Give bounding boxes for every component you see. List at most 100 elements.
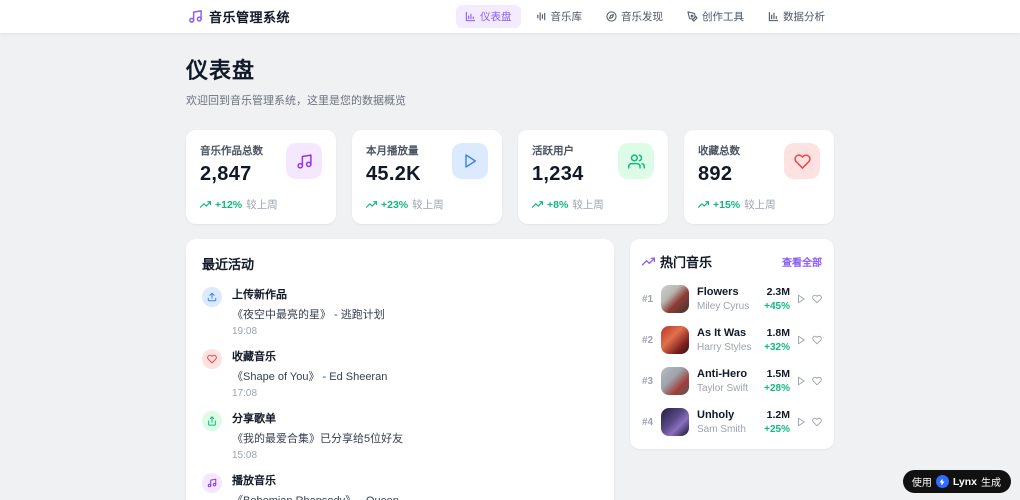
- album-art: [661, 367, 689, 395]
- stat-trend-compare: 较上周: [246, 199, 278, 211]
- song-trend: +28%: [764, 383, 790, 394]
- activity-item-favorite: 收藏音乐 《Shape of You》 - Ed Sheeran 17:08: [202, 348, 598, 399]
- activity-detail: 《夜空中最亮的星》 - 逃跑计划: [232, 309, 385, 321]
- music-note-icon: [202, 473, 222, 493]
- nav-item-discover[interactable]: 音乐发现: [597, 5, 672, 28]
- stat-trend-value: +15%: [713, 198, 741, 211]
- stat-trend-value: +23%: [381, 198, 409, 211]
- nav-item-label: 仪表盘: [480, 11, 512, 23]
- trending-up-icon: [200, 199, 211, 210]
- activity-action: 上传新作品: [232, 289, 287, 301]
- stat-label: 音乐作品总数: [200, 145, 263, 157]
- heart-icon: [202, 349, 222, 369]
- song-trend: +25%: [764, 424, 790, 435]
- album-art: [661, 326, 689, 354]
- pen-tool-icon: [687, 11, 698, 22]
- upload-icon: [202, 287, 222, 307]
- lynx-generated-badge[interactable]: 使用 Lynx 生成: [902, 470, 1011, 493]
- activity-item-play: 播放音乐 《Bohemian Rhapsody》 - Queen 13:08: [202, 472, 598, 500]
- music-note-icon: [286, 143, 322, 179]
- hot-music-title: 热门音乐: [660, 255, 713, 270]
- recent-activity-card: 最近活动 上传新作品 《夜空中最亮的星》 - 逃跑计划 19:08 收藏音乐 《…: [186, 239, 614, 500]
- song-plays: 2.3M: [766, 286, 790, 298]
- activity-time: 19:08: [232, 326, 258, 337]
- stat-trend-value: +12%: [215, 198, 243, 211]
- song-artist: Sam Smith: [697, 424, 746, 435]
- song-rank: #1: [642, 293, 654, 305]
- stat-card-monthly-plays: 本月播放量 45.2K +23% 较上周: [352, 130, 502, 224]
- play-icon[interactable]: [796, 376, 806, 386]
- recent-activity-title: 最近活动: [202, 257, 255, 272]
- activity-detail: 《Shape of You》 - Ed Sheeran: [232, 371, 388, 383]
- stat-trend-compare: 较上周: [744, 199, 776, 211]
- song-plays: 1.2M: [766, 409, 790, 421]
- activity-action: 收藏音乐: [232, 351, 276, 363]
- activity-time: 15:08: [232, 450, 258, 461]
- top-navbar: 音乐管理系统 仪表盘 音乐库 音乐发现 创作工具 数据分析: [0, 0, 1020, 33]
- activity-action: 播放音乐: [232, 475, 276, 487]
- app-title: 音乐管理系统: [209, 10, 291, 25]
- song-artist: Harry Styles: [697, 342, 752, 353]
- nav-item-library[interactable]: 音乐库: [527, 5, 592, 28]
- song-rank: #4: [642, 416, 654, 428]
- view-all-hot-music-link[interactable]: 查看全部: [782, 254, 822, 269]
- heart-icon: [784, 143, 820, 179]
- heart-icon[interactable]: [812, 376, 822, 386]
- users-icon: [618, 143, 654, 179]
- stat-value: 2,847: [200, 163, 252, 185]
- heart-icon[interactable]: [812, 417, 822, 427]
- song-row-unholy: #4 Unholy Sam Smith 1.2M +25%: [642, 408, 822, 436]
- nav-item-dashboard[interactable]: 仪表盘: [456, 5, 521, 28]
- stat-card-total-favorites: 收藏总数 892 +15% 较上周: [684, 130, 834, 224]
- song-title: Flowers: [697, 286, 739, 298]
- share-icon: [202, 411, 222, 431]
- stat-label: 收藏总数: [698, 145, 740, 157]
- activity-item-upload: 上传新作品 《夜空中最亮的星》 - 逃跑计划 19:08: [202, 286, 598, 337]
- activity-detail: 《Bohemian Rhapsody》 - Queen: [232, 492, 399, 500]
- song-artist: Miley Cyrus: [697, 301, 750, 312]
- nav-item-label: 数据分析: [783, 11, 825, 23]
- hot-music-card: 热门音乐 查看全部 #1 Flowers Miley Cyrus 2.3M +4…: [630, 239, 834, 449]
- activity-detail: 《我的最爱合集》已分享给5位好友: [232, 433, 404, 445]
- stat-cards-row: 音乐作品总数 2,847 +12% 较上周 本月播放量 45.2K +23% 较…: [186, 130, 834, 224]
- nav-item-create-tools[interactable]: 创作工具: [678, 5, 753, 28]
- stat-trend-compare: 较上周: [412, 199, 444, 211]
- main-nav: 仪表盘 音乐库 音乐发现 创作工具 数据分析: [456, 5, 834, 28]
- play-icon: [452, 143, 488, 179]
- page-subtitle: 欢迎回到音乐管理系统，这里是您的数据概览: [186, 95, 406, 107]
- nav-item-label: 音乐发现: [621, 11, 663, 23]
- badge-brand: Lynx: [952, 475, 977, 488]
- stat-card-active-users: 活跃用户 1,234 +8% 较上周: [518, 130, 668, 224]
- page-title: 仪表盘: [186, 58, 256, 83]
- stat-value: 1,234: [532, 163, 584, 185]
- badge-prefix: 使用: [911, 478, 932, 489]
- stat-trend-value: +8%: [547, 198, 569, 211]
- trending-up-icon: [366, 199, 377, 210]
- song-row-flowers: #1 Flowers Miley Cyrus 2.3M +45%: [642, 285, 822, 313]
- stat-label: 活跃用户: [532, 145, 574, 157]
- bar-chart-icon: [465, 11, 476, 22]
- heart-icon[interactable]: [812, 294, 822, 304]
- song-title: Anti-Hero: [697, 368, 748, 380]
- trending-up-icon: [642, 255, 655, 268]
- nav-item-label: 创作工具: [702, 11, 744, 23]
- heart-icon[interactable]: [812, 335, 822, 345]
- play-icon[interactable]: [796, 294, 806, 304]
- activity-item-share: 分享歌单 《我的最爱合集》已分享给5位好友 15:08: [202, 410, 598, 461]
- trending-up-icon: [532, 199, 543, 210]
- compass-icon: [606, 11, 617, 22]
- song-trend: +45%: [764, 301, 790, 312]
- play-icon[interactable]: [796, 335, 806, 345]
- song-title: As It Was: [697, 327, 747, 339]
- trending-up-icon: [698, 199, 709, 210]
- song-row-anti-hero: #3 Anti-Hero Taylor Swift 1.5M +28%: [642, 367, 822, 395]
- nav-item-analytics[interactable]: 数据分析: [759, 5, 834, 28]
- song-trend: +32%: [764, 342, 790, 353]
- badge-suffix: 生成: [981, 478, 1001, 489]
- play-icon[interactable]: [796, 417, 806, 427]
- activity-time: 17:08: [232, 388, 258, 399]
- song-plays: 1.5M: [766, 368, 790, 380]
- song-title: Unholy: [697, 409, 735, 421]
- song-rank: #2: [642, 334, 654, 346]
- album-art: [661, 285, 689, 313]
